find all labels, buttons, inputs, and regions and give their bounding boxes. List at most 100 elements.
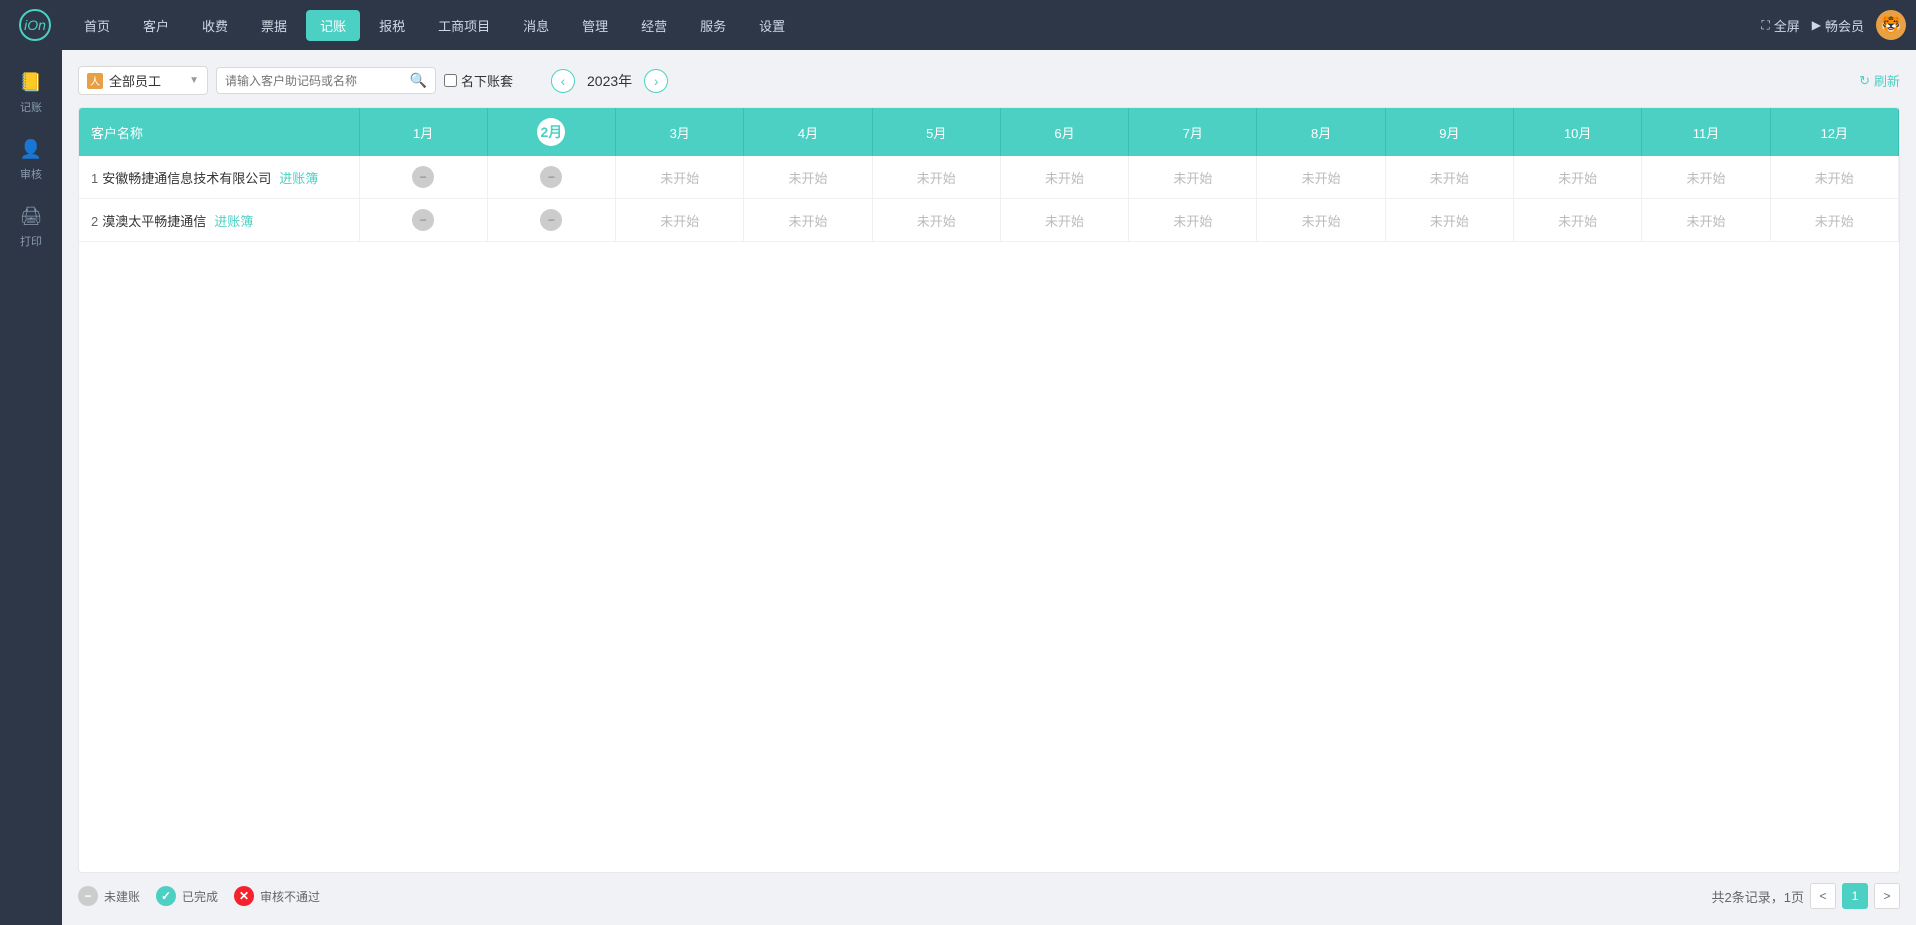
- sidebar-item-记账[interactable]: 📒记账: [0, 58, 62, 125]
- legend-gray-icon: −: [78, 886, 98, 906]
- year-prev-button[interactable]: ‹: [551, 69, 575, 93]
- enter-link[interactable]: 进账簿: [214, 214, 253, 229]
- checkbox-label[interactable]: 名下账套: [444, 71, 513, 90]
- refresh-button[interactable]: ↻ 刷新: [1859, 71, 1900, 90]
- col-客户名称: 客户名称: [79, 108, 359, 156]
- month-cell-8: 未开始: [1257, 199, 1385, 242]
- top-nav: iOn 首页客户收费票据记账报税工商项目消息管理经营服务设置 ⛶ 全屏 ▶ 畅会…: [0, 0, 1916, 50]
- legend-completed-label: 已完成: [182, 888, 218, 905]
- month-cell-10: 未开始: [1514, 199, 1642, 242]
- table-row: 2漠澳太平畅捷通信进账簿−−未开始未开始未开始未开始未开始未开始未开始未开始未开…: [79, 199, 1899, 242]
- legend-not-built-label: 未建账: [104, 888, 140, 905]
- footer: − 未建账 ✓ 已完成 ✕ 审核不通过 共2条记录，1页 < 1 >: [78, 873, 1900, 909]
- dash-icon: −: [540, 166, 562, 188]
- sidebar-item-打印[interactable]: 🖨打印: [0, 192, 62, 259]
- legend-teal-icon: ✓: [156, 886, 176, 906]
- nav-item-设置[interactable]: 设置: [745, 10, 799, 41]
- nav-item-票据[interactable]: 票据: [247, 10, 301, 41]
- month-cell-10: 未开始: [1514, 156, 1642, 199]
- month-cell-7: 未开始: [1129, 199, 1257, 242]
- year-nav: ‹ 2023年 ›: [551, 69, 668, 93]
- month-cell-12: 未开始: [1770, 199, 1898, 242]
- nav-item-工商项目[interactable]: 工商项目: [424, 10, 504, 41]
- legend-rejected-label: 审核不通过: [260, 888, 320, 905]
- legend-completed: ✓ 已完成: [156, 886, 218, 906]
- nav-item-经营[interactable]: 经营: [627, 10, 681, 41]
- avatar[interactable]: 🐯: [1876, 10, 1906, 40]
- month-cell-5: 未开始: [872, 199, 1000, 242]
- col-8月: 8月: [1257, 108, 1385, 156]
- checkbox-text: 名下账套: [461, 71, 513, 90]
- month-cell-9: 未开始: [1385, 199, 1513, 242]
- member-label: 畅会员: [1825, 16, 1864, 35]
- month-cell-1: −: [359, 199, 487, 242]
- col-3月: 3月: [616, 108, 744, 156]
- search-input-wrap: 🔍: [216, 67, 436, 94]
- month-cell-4: 未开始: [744, 156, 872, 199]
- table-container: 客户名称1月2月3月4月5月6月7月8月9月10月11月12月 1安徽畅捷通信息…: [78, 107, 1900, 873]
- table-row: 1安徽畅捷通信息技术有限公司进账簿−−未开始未开始未开始未开始未开始未开始未开始…: [79, 156, 1899, 199]
- col-4月: 4月: [744, 108, 872, 156]
- sidebar: 📒记账👤审核🖨打印: [0, 50, 62, 925]
- month-cell-11: 未开始: [1642, 199, 1770, 242]
- col-10月: 10月: [1514, 108, 1642, 156]
- year-text: 2023年: [587, 71, 632, 91]
- employee-icon: 人: [87, 73, 103, 89]
- pagination: 共2条记录，1页 < 1 >: [1712, 883, 1900, 909]
- search-input[interactable]: [225, 74, 404, 88]
- nav-items: 首页客户收费票据记账报税工商项目消息管理经营服务设置: [70, 10, 1761, 41]
- total-label: 共2条记录，1页: [1712, 887, 1804, 906]
- nav-item-收费[interactable]: 收费: [188, 10, 242, 41]
- search-button[interactable]: 🔍: [410, 72, 427, 89]
- nav-item-首页[interactable]: 首页: [70, 10, 124, 41]
- month-cell-9: 未开始: [1385, 156, 1513, 199]
- month-cell-6: 未开始: [1000, 199, 1128, 242]
- client-name-cell: 2漠澳太平畅捷通信进账簿: [79, 199, 359, 242]
- nav-right: ⛶ 全屏 ▶ 畅会员 🐯: [1761, 10, 1906, 40]
- dash-icon: −: [412, 166, 434, 188]
- legend-not-built: − 未建账: [78, 886, 140, 906]
- col-6月: 6月: [1000, 108, 1128, 156]
- nav-item-报税[interactable]: 报税: [365, 10, 419, 41]
- month-cell-6: 未开始: [1000, 156, 1128, 199]
- col-5月: 5月: [872, 108, 1000, 156]
- logo-area: iOn: [10, 9, 60, 41]
- fullscreen-button[interactable]: ⛶ 全屏: [1761, 16, 1799, 35]
- col-1月: 1月: [359, 108, 487, 156]
- legend-rejected: ✕ 审核不通过: [234, 886, 320, 906]
- dash-icon: −: [412, 209, 434, 231]
- fullscreen-label: 全屏: [1774, 16, 1800, 35]
- month-cell-7: 未开始: [1129, 156, 1257, 199]
- month-cell-8: 未开始: [1257, 156, 1385, 199]
- year-next-button[interactable]: ›: [644, 69, 668, 93]
- col-9月: 9月: [1385, 108, 1513, 156]
- checkbox-input[interactable]: [444, 74, 457, 87]
- col-2月: 2月: [487, 108, 615, 156]
- prev-page-button[interactable]: <: [1810, 883, 1836, 909]
- refresh-icon: ↻: [1859, 73, 1870, 89]
- next-page-button[interactable]: >: [1874, 883, 1900, 909]
- nav-item-客户[interactable]: 客户: [129, 10, 183, 41]
- employee-label: 全部员工: [109, 71, 183, 90]
- page-1-button[interactable]: 1: [1842, 883, 1868, 909]
- nav-item-管理[interactable]: 管理: [568, 10, 622, 41]
- month-cell-3: 未开始: [616, 199, 744, 242]
- employee-select[interactable]: 人 全部员工 ▼: [78, 66, 208, 95]
- nav-item-记账[interactable]: 记账: [306, 10, 360, 41]
- nav-item-消息[interactable]: 消息: [509, 10, 563, 41]
- sidebar-icon: 🖨: [17, 202, 45, 230]
- col-12月: 12月: [1770, 108, 1898, 156]
- enter-link[interactable]: 进账簿: [279, 171, 318, 186]
- content-area: 人 全部员工 ▼ 🔍 名下账套 ‹ 2023年 › ↻ 刷新: [62, 50, 1916, 925]
- toolbar: 人 全部员工 ▼ 🔍 名下账套 ‹ 2023年 › ↻ 刷新: [78, 66, 1900, 95]
- member-button[interactable]: ▶ 畅会员: [1812, 16, 1864, 35]
- sidebar-icon: 📒: [17, 68, 45, 96]
- month-cell-2: −: [487, 199, 615, 242]
- fullscreen-icon: ⛶: [1761, 18, 1769, 33]
- legend-red-icon: ✕: [234, 886, 254, 906]
- sidebar-item-审核[interactable]: 👤审核: [0, 125, 62, 192]
- month-cell-3: 未开始: [616, 156, 744, 199]
- nav-item-服务[interactable]: 服务: [686, 10, 740, 41]
- month-cell-12: 未开始: [1770, 156, 1898, 199]
- month-cell-11: 未开始: [1642, 156, 1770, 199]
